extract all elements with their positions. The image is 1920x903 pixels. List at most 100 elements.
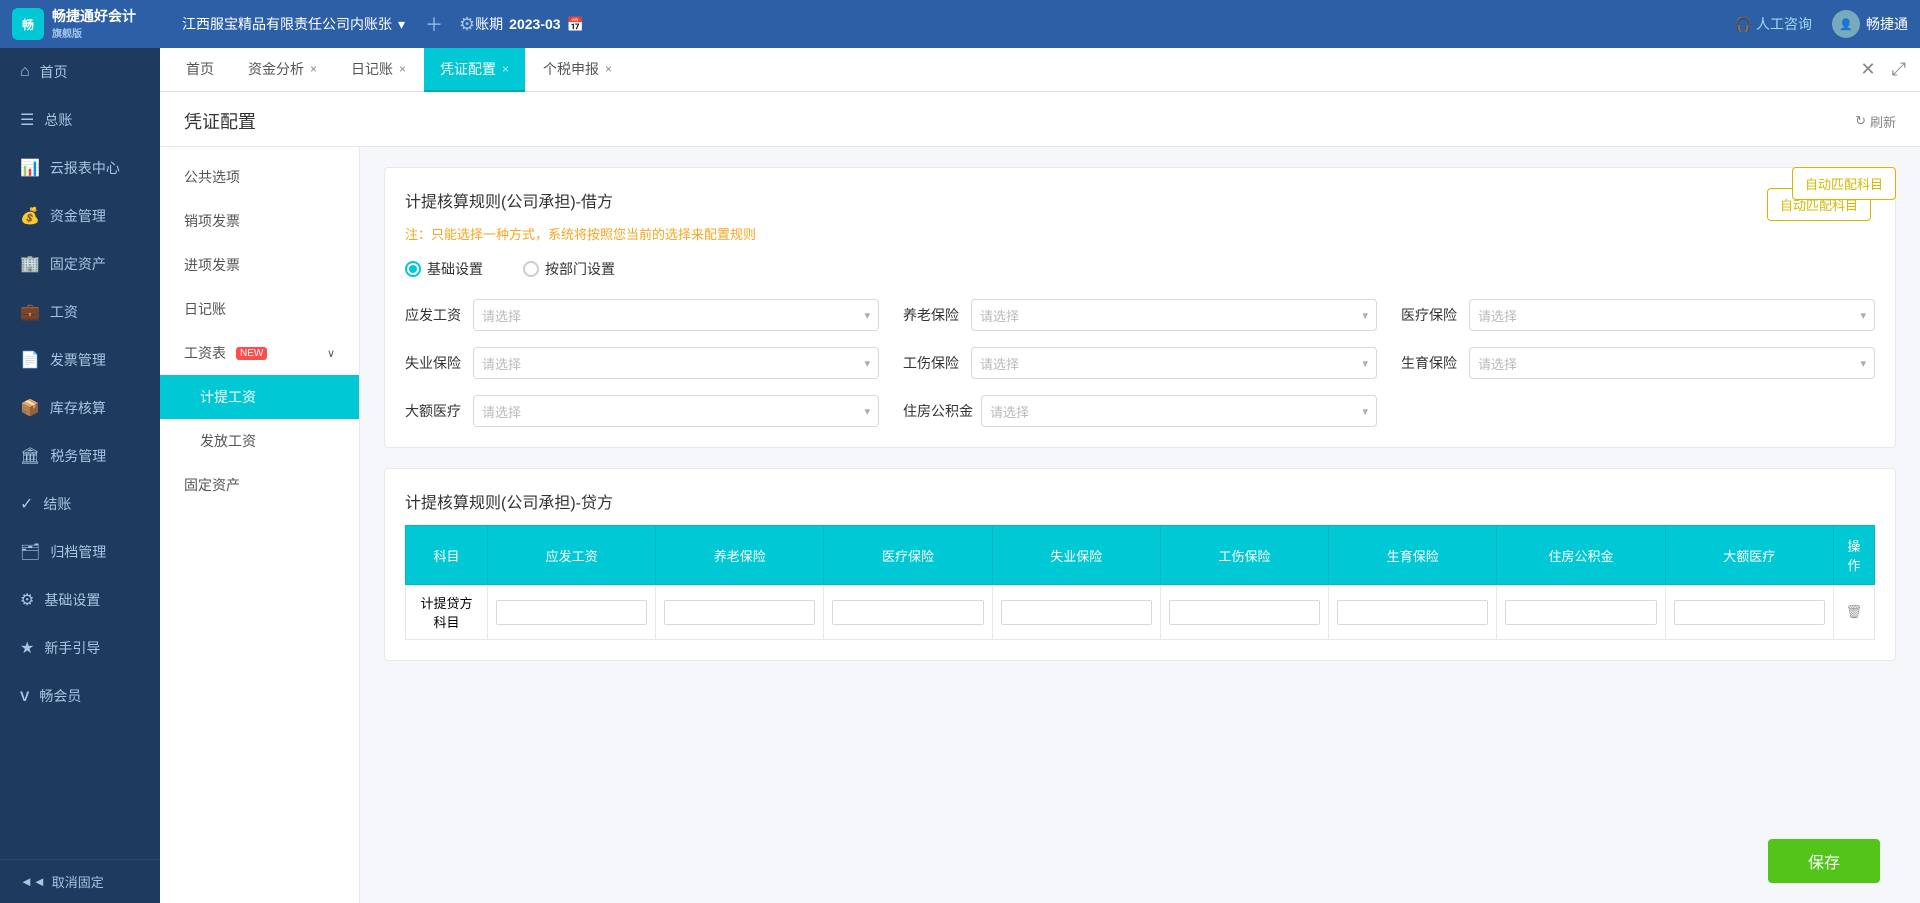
input-shiye[interactable]: [1001, 600, 1152, 625]
logo-icon: 畅: [12, 8, 44, 40]
select-yanglao-arrow: ▾: [1362, 309, 1368, 322]
expand-arrow-icon[interactable]: ∨: [327, 347, 335, 360]
inventory-icon: 📦: [20, 398, 40, 418]
settings-icon[interactable]: ⚙: [459, 14, 475, 35]
headset-icon: 🎧: [1735, 16, 1752, 33]
period-selector[interactable]: 账期 2023-03 📅: [475, 14, 584, 34]
label-yingfa-gongzi: 应发工资: [405, 305, 465, 325]
service-button[interactable]: 🎧 人工咨询: [1735, 14, 1812, 34]
tab-home[interactable]: 首页: [170, 48, 230, 92]
menu-item-fixed-assets[interactable]: 固定资产: [160, 463, 359, 507]
sidebar-item-basic[interactable]: ⚙ 基础设置: [0, 576, 160, 624]
company-selector[interactable]: 江西服宝精品有限责任公司内账张 ▾: [182, 14, 405, 34]
sidebar-item-tax[interactable]: 🏛 税务管理: [0, 432, 160, 480]
home-icon: ⌂: [20, 63, 30, 81]
section2-title: 计提核算规则(公司承担)-贷方: [405, 489, 613, 513]
save-button[interactable]: 保存: [1768, 839, 1880, 883]
field-yanglao-baoxian: 养老保险 请选择 ▾: [903, 299, 1377, 331]
field-shengyu-baoxian: 生育保险 请选择 ▾: [1401, 347, 1875, 379]
select-gongshang[interactable]: 请选择 ▾: [971, 347, 1377, 379]
sidebar-item-archive[interactable]: 🗂 归档管理: [0, 528, 160, 576]
input-gongshang[interactable]: [1169, 600, 1320, 625]
field-dae-yiliao: 大额医疗 请选择 ▾: [405, 395, 879, 427]
sidebar-item-inventory[interactable]: 📦 库存核算: [0, 384, 160, 432]
label-yanglao: 养老保险: [903, 305, 963, 325]
input-yiliao[interactable]: [832, 600, 983, 625]
sidebar-item-home[interactable]: ⌂ 首页: [0, 48, 160, 96]
sidebar-item-reports[interactable]: 📊 云报表中心: [0, 144, 160, 192]
add-icon[interactable]: ＋: [425, 11, 443, 37]
tab-tax[interactable]: 个税申报 ×: [527, 48, 628, 92]
debit-form-grid: 应发工资 请选择 ▾ 养老保险 请选择 ▾: [405, 299, 1875, 427]
tab-fund[interactable]: 资金分析 ×: [232, 48, 333, 92]
refresh-button[interactable]: ↻ 刷新: [1855, 112, 1896, 143]
tab-tax-close[interactable]: ×: [605, 62, 612, 76]
menu-item-salary-table[interactable]: 工资表 NEW ∨: [160, 331, 359, 375]
general-icon: ☰: [20, 110, 34, 130]
input-dae[interactable]: [1674, 600, 1825, 625]
select-yanglao[interactable]: 请选择 ▾: [971, 299, 1377, 331]
period-value: 2023-03: [509, 16, 560, 32]
menu-item-advance-salary[interactable]: 计提工资: [160, 375, 359, 419]
tab-voucher[interactable]: 凭证配置 ×: [424, 48, 525, 92]
cell-zhufang-value: [1497, 585, 1665, 640]
sidebar-item-salary[interactable]: 💼 工资: [0, 288, 160, 336]
sidebar-item-fund[interactable]: 💰 资金管理: [0, 192, 160, 240]
input-yingfa[interactable]: [496, 600, 647, 625]
sidebar-item-invoice[interactable]: 📄 发票管理: [0, 336, 160, 384]
menu-item-purchase-invoice[interactable]: 进项发票: [160, 243, 359, 287]
window-expand-icon[interactable]: ⤢: [1888, 55, 1910, 84]
menu-label-advance-salary: 计提工资: [200, 387, 256, 407]
select-yanglao-placeholder: 请选择: [980, 306, 1019, 325]
section1-title: 计提核算规则(公司承担)-借方: [405, 188, 756, 212]
menu-item-public[interactable]: 公共选项: [160, 155, 359, 199]
select-yiliao-arrow: ▾: [1860, 309, 1866, 322]
select-dae[interactable]: 请选择 ▾: [473, 395, 879, 427]
col-action: 操作: [1833, 526, 1874, 585]
menu-item-pay-salary[interactable]: 发放工资: [160, 419, 359, 463]
sidebar-item-assets[interactable]: 🏢 固定资产: [0, 240, 160, 288]
radio-group: 基础设置 按部门设置: [405, 259, 1875, 279]
cancel-pin-button[interactable]: ◄◄ 取消固定: [0, 859, 160, 903]
user-menu[interactable]: 👤 畅捷通: [1832, 10, 1908, 38]
delete-icon[interactable]: 🗑: [1846, 604, 1863, 619]
select-yingfa-arrow: ▾: [864, 309, 870, 322]
menu-item-journal[interactable]: 日记账: [160, 287, 359, 331]
sidebar-item-general[interactable]: ☰ 总账: [0, 96, 160, 144]
input-zhufang[interactable]: [1505, 600, 1656, 625]
select-yingfa-gongzi[interactable]: 请选择 ▾: [473, 299, 879, 331]
tab-voucher-close[interactable]: ×: [502, 62, 509, 76]
radio-basic[interactable]: 基础设置: [405, 259, 483, 279]
radio-dept[interactable]: 按部门设置: [523, 259, 615, 279]
select-yiliao[interactable]: 请选择 ▾: [1469, 299, 1875, 331]
tab-journal-close[interactable]: ×: [399, 62, 406, 76]
tab-journal[interactable]: 日记账 ×: [335, 48, 422, 92]
input-yanglao[interactable]: [664, 600, 815, 625]
label-shengyu: 生育保险: [1401, 353, 1461, 373]
cell-dae-value: [1665, 585, 1833, 640]
select-shiye[interactable]: 请选择 ▾: [473, 347, 879, 379]
select-shengyu[interactable]: 请选择 ▾: [1469, 347, 1875, 379]
auto-match-credit-button[interactable]: 自动匹配科目: [1792, 167, 1896, 200]
tab-fund-close[interactable]: ×: [310, 62, 317, 76]
company-dropdown-icon[interactable]: ▾: [398, 16, 405, 33]
menu-item-sales-invoice[interactable]: 销项发票: [160, 199, 359, 243]
sidebar: ⌂ 首页 ☰ 总账 📊 云报表中心 💰 资金管理 🏢 固定资产 💼 工资 📄 发…: [0, 48, 160, 903]
select-dae-arrow: ▾: [864, 405, 870, 418]
page-content: 凭证配置 ↻ 刷新 公共选项 销项发票 进项发票: [160, 92, 1920, 903]
sidebar-label-home: 首页: [40, 62, 68, 82]
sidebar-item-guide[interactable]: ★ 新手引导: [0, 624, 160, 672]
calendar-icon[interactable]: 📅: [567, 16, 584, 33]
input-shengyu[interactable]: [1337, 600, 1488, 625]
label-shiye: 失业保险: [405, 353, 465, 373]
sidebar-item-vip[interactable]: V 畅会员: [0, 672, 160, 720]
top-bar: 畅 畅捷通好会计 旗舰版 江西服宝精品有限责任公司内账张 ▾ ＋ ⚙ 账期 20…: [0, 0, 1920, 48]
menu-label-sales-invoice: 销项发票: [184, 211, 240, 231]
sidebar-item-settlement[interactable]: ✓ 结账: [0, 480, 160, 528]
window-close-icon[interactable]: ✕: [1857, 55, 1880, 84]
two-panel: 公共选项 销项发票 进项发票 日记账 工资表 NEW ∨: [160, 147, 1920, 903]
salary-icon: 💼: [20, 302, 40, 322]
field-zhufang: 住房公积金 请选择 ▾: [903, 395, 1377, 427]
select-zhufang[interactable]: 请选择 ▾: [981, 395, 1377, 427]
tab-home-label: 首页: [186, 59, 214, 79]
